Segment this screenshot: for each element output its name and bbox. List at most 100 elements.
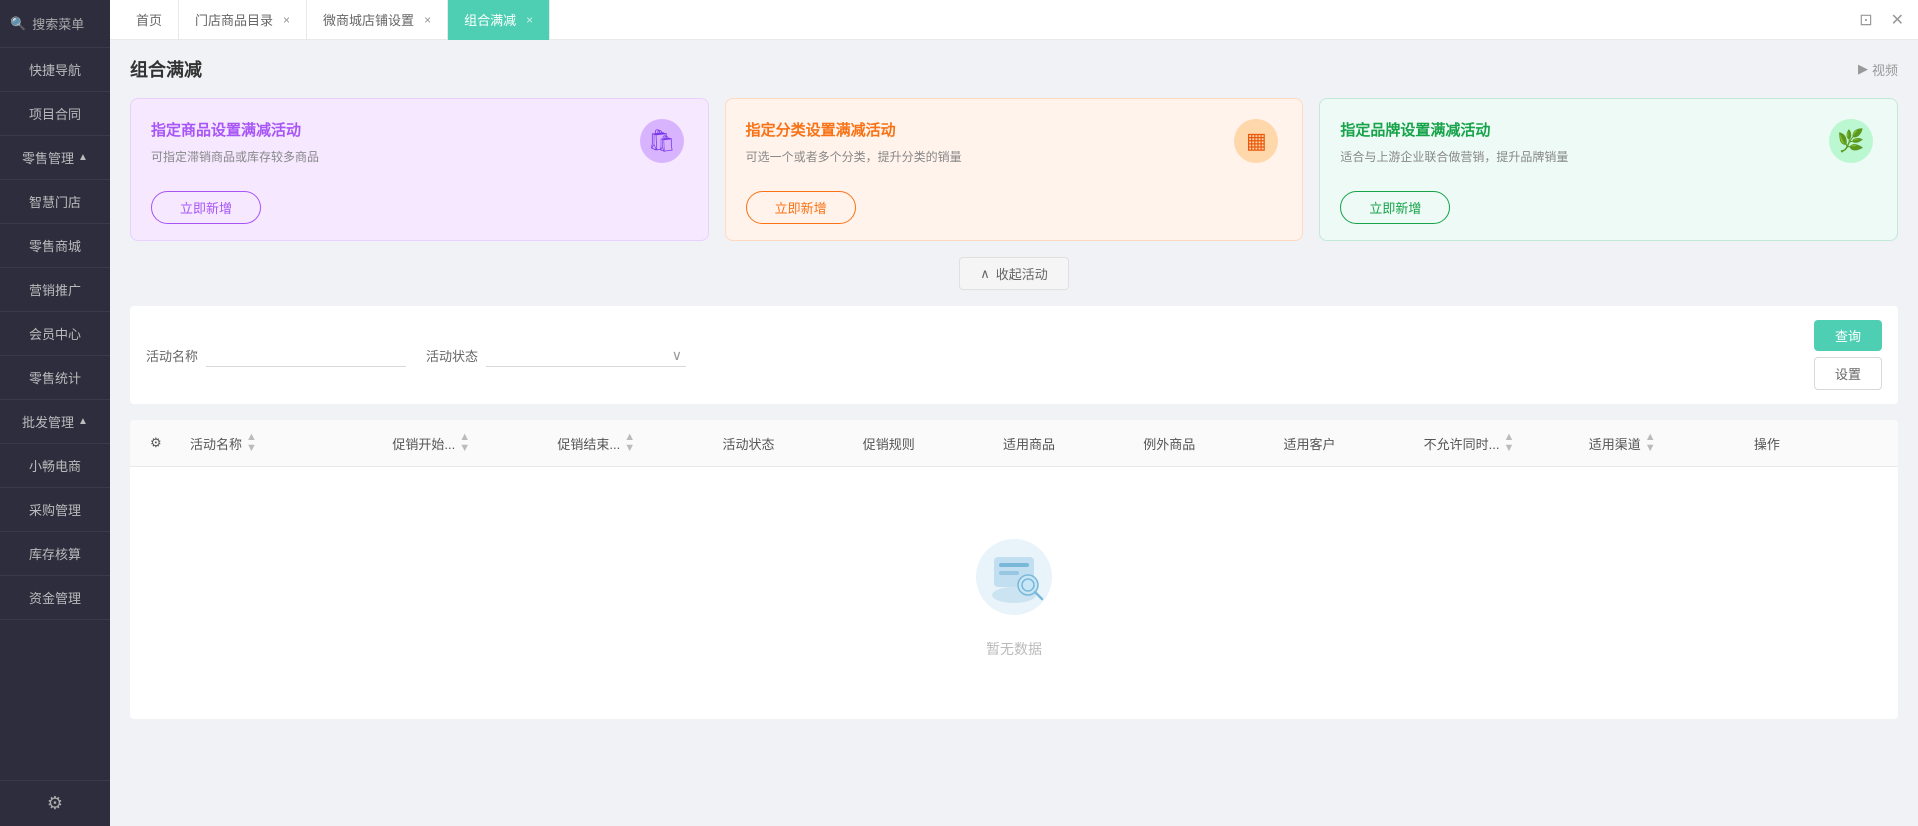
chevron-icon: ▲ bbox=[78, 152, 88, 163]
table-header: ⚙活动名称▲▼促销开始...▲▼促销结束...▲▼活动状态促销规则适用商品例外商… bbox=[130, 420, 1898, 467]
th-customer: 适用客户 bbox=[1275, 422, 1415, 465]
window-controls: ⊡ ✕ bbox=[1855, 10, 1908, 30]
page-header: 组合满减 ▶ 视频 bbox=[130, 56, 1898, 82]
tab-label: 微商城店铺设置 bbox=[323, 10, 414, 29]
chevron-up-icon: ∧ bbox=[980, 266, 990, 282]
th-action: 操作 bbox=[1746, 422, 1886, 465]
page-content: 组合满减 ▶ 视频 指定商品设置满减活动 可指定滞销商品或库存较多商品 立即新增… bbox=[110, 40, 1918, 826]
sidebar-item-retail-stats[interactable]: 零售统计 bbox=[0, 356, 110, 400]
tab-combo-discount[interactable]: 组合满减 × bbox=[448, 0, 550, 40]
th-label-noconflict: 不允许同时... bbox=[1424, 434, 1500, 453]
th-noconflict[interactable]: 不允许同时...▲▼ bbox=[1416, 420, 1581, 466]
card-brand: 指定品牌设置满减活动 适合与上游企业联合做营销，提升品牌销量 立即新增 🌿 bbox=[1319, 98, 1898, 241]
sort-icon-name: ▲▼ bbox=[246, 432, 257, 454]
th-label-goods: 适用商品 bbox=[1003, 434, 1055, 453]
filter-buttons: 查询 设置 bbox=[1814, 320, 1882, 390]
page-title: 组合满减 bbox=[130, 56, 202, 82]
tab-home[interactable]: 首页 bbox=[120, 0, 179, 40]
th-name[interactable]: 活动名称▲▼ bbox=[182, 420, 384, 466]
sidebar-item-marketing[interactable]: 营销推广 bbox=[0, 268, 110, 312]
sidebar-settings[interactable]: ⚙ bbox=[0, 780, 110, 826]
sidebar-item-quick-nav[interactable]: 快捷导航 bbox=[0, 48, 110, 92]
card-add-button[interactable]: 立即新增 bbox=[746, 191, 856, 224]
filter-status-wrapper: ∨ bbox=[486, 343, 686, 367]
tab-bar: 首页门店商品目录 × 微商城店铺设置 × 组合满减 × ⊡ ✕ bbox=[110, 0, 1918, 40]
video-link[interactable]: ▶ 视频 bbox=[1858, 60, 1898, 79]
collapse-label: 收起活动 bbox=[996, 264, 1048, 283]
card-title: 指定品牌设置满减活动 bbox=[1340, 119, 1877, 140]
sort-icon-end: ▲▼ bbox=[624, 432, 635, 454]
filter-status-select[interactable] bbox=[486, 343, 686, 367]
th-exception: 例外商品 bbox=[1135, 422, 1275, 465]
sidebar-item-member-center[interactable]: 会员中心 bbox=[0, 312, 110, 356]
filter-name-input[interactable] bbox=[206, 343, 406, 367]
tab-label: 门店商品目录 bbox=[195, 10, 273, 29]
th-label-name: 活动名称 bbox=[190, 434, 242, 453]
collapse-button[interactable]: ∧ 收起活动 bbox=[959, 257, 1069, 290]
gear-icon: ⚙ bbox=[47, 793, 63, 814]
filter-status-label: 活动状态 bbox=[426, 346, 478, 365]
card-desc: 可指定滞销商品或库存较多商品 bbox=[151, 148, 688, 167]
th-channel[interactable]: 适用渠道▲▼ bbox=[1581, 420, 1746, 466]
card-desc: 适合与上游企业联合做营销，提升品牌销量 bbox=[1340, 148, 1877, 167]
video-label: 视频 bbox=[1872, 60, 1898, 79]
th-goods: 适用商品 bbox=[995, 422, 1135, 465]
empty-state: 暂无数据 bbox=[130, 467, 1898, 719]
sidebar-item-finance[interactable]: 资金管理 bbox=[0, 576, 110, 620]
sidebar-item-smart-store[interactable]: 智慧门店 bbox=[0, 180, 110, 224]
th-label-start: 促销开始... bbox=[392, 434, 455, 453]
sidebar: 🔍 搜索菜单 快捷导航项目合同零售管理▲智慧门店零售商城营销推广会员中心零售统计… bbox=[0, 0, 110, 826]
filter-row: 活动名称 活动状态 ∨ 查询 设置 bbox=[130, 306, 1898, 404]
th-label-action: 操作 bbox=[1754, 434, 1780, 453]
collapse-bar: ∧ 收起活动 bbox=[130, 257, 1898, 290]
card-add-button[interactable]: 立即新增 bbox=[1340, 191, 1450, 224]
card-goods: 指定商品设置满减活动 可指定滞销商品或库存较多商品 立即新增 🛍 bbox=[130, 98, 709, 241]
query-button[interactable]: 查询 bbox=[1814, 320, 1882, 351]
sort-icon-noconflict: ▲▼ bbox=[1504, 432, 1515, 454]
th-rule: 促销规则 bbox=[855, 422, 995, 465]
tab-label: 组合满减 bbox=[464, 10, 516, 29]
card-desc: 可选一个或者多个分类，提升分类的销量 bbox=[746, 148, 1283, 167]
search-icon: 🔍 bbox=[10, 16, 26, 32]
chevron-icon: ▲ bbox=[78, 416, 88, 427]
card-category: 指定分类设置满减活动 可选一个或者多个分类，提升分类的销量 立即新增 ▦ bbox=[725, 98, 1304, 241]
filter-name-label: 活动名称 bbox=[146, 346, 198, 365]
filter-status-item: 活动状态 ∨ bbox=[426, 343, 686, 367]
maximize-button[interactable]: ⊡ bbox=[1855, 10, 1876, 30]
card-icon: 🌿 bbox=[1829, 119, 1873, 163]
close-button[interactable]: ✕ bbox=[1887, 10, 1908, 30]
tab-product-catalog[interactable]: 门店商品目录 × bbox=[179, 0, 307, 40]
th-label-rule: 促销规则 bbox=[863, 434, 915, 453]
sidebar-item-wholesale-mgmt[interactable]: 批发管理▲ bbox=[0, 400, 110, 444]
card-title: 指定商品设置满减活动 bbox=[151, 119, 688, 140]
th-label-channel: 适用渠道 bbox=[1589, 434, 1641, 453]
th-gear: ⚙ bbox=[142, 423, 182, 463]
tab-close-icon[interactable]: × bbox=[424, 13, 431, 27]
card-add-button[interactable]: 立即新增 bbox=[151, 191, 261, 224]
th-start[interactable]: 促销开始...▲▼ bbox=[384, 420, 549, 466]
th-label-customer: 适用客户 bbox=[1283, 434, 1335, 453]
tab-wechat-shop[interactable]: 微商城店铺设置 × bbox=[307, 0, 448, 40]
th-label-exception: 例外商品 bbox=[1143, 434, 1195, 453]
table-wrapper: ⚙活动名称▲▼促销开始...▲▼促销结束...▲▼活动状态促销规则适用商品例外商… bbox=[130, 420, 1898, 719]
tab-close-icon[interactable]: × bbox=[283, 13, 290, 27]
filter-name-item: 活动名称 bbox=[146, 343, 406, 367]
card-title: 指定分类设置满减活动 bbox=[746, 119, 1283, 140]
sidebar-item-xiaochang[interactable]: 小畅电商 bbox=[0, 444, 110, 488]
sidebar-item-project-contract[interactable]: 项目合同 bbox=[0, 92, 110, 136]
play-icon: ▶ bbox=[1858, 61, 1868, 77]
sidebar-search[interactable]: 🔍 搜索菜单 bbox=[0, 0, 110, 48]
main-area: 首页门店商品目录 × 微商城店铺设置 × 组合满减 × ⊡ ✕ 组合满减 ▶ 视频 指定商… bbox=[110, 0, 1918, 826]
sort-icon-channel: ▲▼ bbox=[1645, 432, 1656, 454]
card-icon: 🛍 bbox=[640, 119, 684, 163]
sidebar-item-inventory[interactable]: 库存核算 bbox=[0, 532, 110, 576]
th-label-end: 促销结束... bbox=[557, 434, 620, 453]
th-status: 活动状态 bbox=[715, 422, 855, 465]
sidebar-item-purchase-mgmt[interactable]: 采购管理 bbox=[0, 488, 110, 532]
th-label-status: 活动状态 bbox=[723, 434, 775, 453]
setting-button[interactable]: 设置 bbox=[1814, 357, 1882, 390]
th-end[interactable]: 促销结束...▲▼ bbox=[549, 420, 714, 466]
sidebar-item-retail-mgmt[interactable]: 零售管理▲ bbox=[0, 136, 110, 180]
tab-close-icon[interactable]: × bbox=[526, 13, 533, 27]
sidebar-item-retail-mall[interactable]: 零售商城 bbox=[0, 224, 110, 268]
